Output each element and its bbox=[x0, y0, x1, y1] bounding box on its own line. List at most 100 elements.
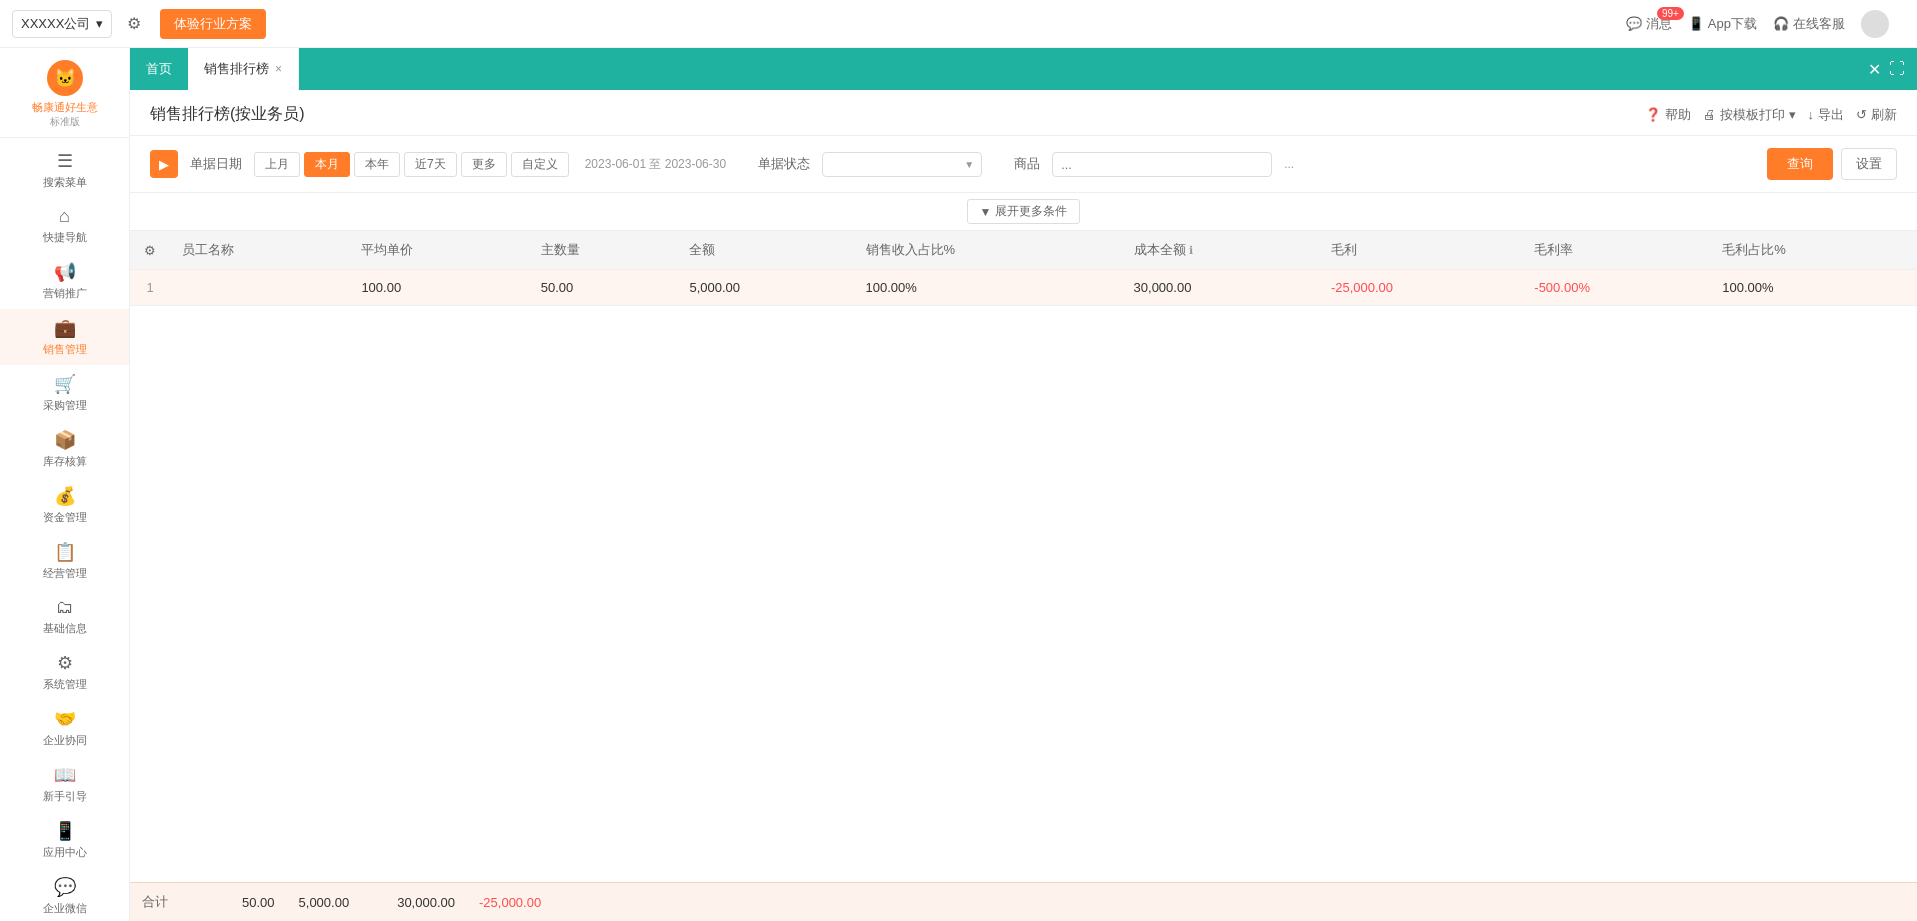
gear-icon[interactable]: ⚙ bbox=[120, 10, 148, 38]
maximize-icon[interactable]: ⛶ bbox=[1889, 60, 1905, 78]
col-qty: 主数量 bbox=[529, 231, 678, 270]
footer-sales-pct bbox=[361, 895, 385, 910]
sidebar-item-快捷导航[interactable]: ⌂ 快捷导航 bbox=[0, 198, 129, 253]
print-icon: 🖨 bbox=[1703, 107, 1716, 122]
avatar[interactable] bbox=[1861, 10, 1889, 38]
col-margin: 毛利率 bbox=[1522, 231, 1710, 270]
row-avg-price: 100.00 bbox=[349, 270, 528, 306]
nav-icon: ☰ bbox=[57, 150, 73, 172]
date-label: 单据日期 bbox=[190, 155, 242, 173]
row-sales-pct: 100.00% bbox=[854, 270, 1122, 306]
page-header: 销售排行榜(按业务员) ❓ 帮助 🖨 按模板打印 ▾ ↓ bbox=[130, 90, 1917, 136]
sidebar-item-营销推广[interactable]: 📢 营销推广 bbox=[0, 253, 129, 309]
col-profit-pct: 毛利占比% bbox=[1710, 231, 1917, 270]
tab-home[interactable]: 首页 bbox=[130, 48, 188, 90]
row-cost: 30,000.00 bbox=[1122, 270, 1319, 306]
company-name: XXXXX公司 bbox=[21, 15, 90, 33]
date-prev-month[interactable]: 上月 bbox=[254, 152, 300, 177]
sidebar-item-新手引导[interactable]: 📖 新手引导 bbox=[0, 756, 129, 812]
date-7days[interactable]: 近7天 bbox=[404, 152, 457, 177]
sidebar-nav: ☰ 搜索菜单 ⌂ 快捷导航 📢 营销推广 💼 销售管理 🛒 采购管理 📦 库存核… bbox=[0, 138, 129, 921]
nav-icon: 📢 bbox=[54, 261, 76, 283]
headset-icon: 🎧 bbox=[1773, 16, 1789, 31]
app-download-button[interactable]: 📱 App下载 bbox=[1688, 15, 1757, 33]
nav-icon: 📱 bbox=[54, 820, 76, 842]
table-footer: 合计 50.00 5,000.00 30,000.00 -25,000.00 bbox=[130, 882, 1917, 921]
help-button[interactable]: ❓ 帮助 bbox=[1645, 106, 1691, 124]
status-select[interactable] bbox=[822, 152, 982, 177]
sales-table: ⚙ 员工名称 平均单价 主数量 全额 销售收入占比% 成本全额 ℹ 毛利 毛利率… bbox=[130, 231, 1917, 306]
company-selector[interactable]: XXXXX公司 ▾ bbox=[12, 10, 112, 38]
settings-button[interactable]: 设置 bbox=[1841, 148, 1897, 180]
sidebar-item-企业微信[interactable]: 💬 企业微信 bbox=[0, 868, 129, 921]
content-area: 首页 销售排行榜 × ✕ ⛶ 销售排行榜(按业务员) ❓ bbox=[130, 48, 1917, 921]
print-button[interactable]: 🖨 按模板打印 ▾ bbox=[1703, 106, 1796, 124]
col-avg-price: 平均单价 bbox=[349, 231, 528, 270]
top-right-actions: 💬 消息 99+ 📱 App下载 🎧 在线客服 bbox=[1626, 10, 1905, 38]
sidebar-item-系统管理[interactable]: ⚙ 系统管理 bbox=[0, 644, 129, 700]
footer-avg-price bbox=[206, 895, 230, 910]
footer-profit: -25,000.00 bbox=[467, 895, 553, 910]
filter-expand-icon[interactable]: ▶ bbox=[150, 150, 178, 178]
tab-close-icon[interactable]: × bbox=[275, 62, 282, 76]
sidebar-item-经营管理[interactable]: 📋 经营管理 bbox=[0, 533, 129, 589]
row-amount: 5,000.00 bbox=[677, 270, 853, 306]
close-window-icon[interactable]: ✕ bbox=[1868, 60, 1881, 79]
message-button[interactable]: 💬 消息 99+ bbox=[1626, 15, 1672, 33]
footer-cost: 30,000.00 bbox=[385, 895, 467, 910]
date-buttons: 上月 本月 本年 近7天 更多 自定义 bbox=[254, 152, 569, 177]
col-amount: 全额 bbox=[677, 231, 853, 270]
tab-sales-ranking[interactable]: 销售排行榜 × bbox=[188, 48, 299, 90]
date-this-month[interactable]: 本月 bbox=[304, 152, 350, 177]
print-dropdown-icon: ▾ bbox=[1789, 107, 1796, 122]
sidebar-item-基础信息[interactable]: 🗂 基础信息 bbox=[0, 589, 129, 644]
sidebar-item-资金管理[interactable]: 💰 资金管理 bbox=[0, 477, 129, 533]
nav-icon: 💰 bbox=[54, 485, 76, 507]
export-button[interactable]: ↓ 导出 bbox=[1808, 106, 1845, 124]
sidebar-item-销售管理[interactable]: 💼 销售管理 bbox=[0, 309, 129, 365]
sidebar-logo: 🐱 畅康通好生意 标准版 bbox=[0, 48, 129, 138]
goods-input[interactable] bbox=[1052, 152, 1272, 177]
sidebar-item-应用中心[interactable]: 📱 应用中心 bbox=[0, 812, 129, 868]
col-settings[interactable]: ⚙ bbox=[130, 231, 170, 270]
logo-sub: 标准版 bbox=[50, 115, 80, 129]
col-profit: 毛利 bbox=[1319, 231, 1522, 270]
top-bar: XXXXX公司 ▾ ⚙ 体验行业方案 💬 消息 99+ 📱 App下载 🎧 在线… bbox=[0, 0, 1917, 48]
logo-icon: 🐱 bbox=[47, 60, 83, 96]
date-this-year[interactable]: 本年 bbox=[354, 152, 400, 177]
footer-cells: 50.00 5,000.00 30,000.00 -25,000.00 bbox=[182, 895, 1905, 910]
date-custom[interactable]: 自定义 bbox=[511, 152, 569, 177]
industry-button[interactable]: 体验行业方案 bbox=[160, 9, 266, 39]
sidebar-item-库存核算[interactable]: 📦 库存核算 bbox=[0, 421, 129, 477]
sidebar-item-企业协同[interactable]: 🤝 企业协同 bbox=[0, 700, 129, 756]
row-margin: -500.00% bbox=[1522, 270, 1710, 306]
col-sales-pct: 销售收入占比% bbox=[854, 231, 1122, 270]
footer-qty: 50.00 bbox=[230, 895, 287, 910]
table-row: 1 100.00 50.00 5,000.00 100.00% 30,000.0… bbox=[130, 270, 1917, 306]
sidebar-item-搜索菜单[interactable]: ☰ 搜索菜单 bbox=[0, 142, 129, 198]
more-options-btn[interactable]: ... bbox=[1284, 157, 1294, 171]
online-service-button[interactable]: 🎧 在线客服 bbox=[1773, 15, 1845, 33]
row-profit-pct: 100.00% bbox=[1710, 270, 1917, 306]
date-more[interactable]: 更多 bbox=[461, 152, 507, 177]
sidebar: 🐱 畅康通好生意 标准版 ☰ 搜索菜单 ⌂ 快捷导航 📢 营销推广 💼 销售管理… bbox=[0, 48, 130, 921]
tab-bar-right: ✕ ⛶ bbox=[1868, 60, 1917, 79]
nav-icon: 💼 bbox=[54, 317, 76, 339]
sidebar-item-采购管理[interactable]: 🛒 采购管理 bbox=[0, 365, 129, 421]
page-content: 销售排行榜(按业务员) ❓ 帮助 🖨 按模板打印 ▾ ↓ bbox=[130, 90, 1917, 921]
filter-row: ▶ 单据日期 上月 本月 本年 近7天 更多 自定义 2023-06-01 至 … bbox=[150, 148, 1897, 180]
main-area: 🐱 畅康通好生意 标准版 ☰ 搜索菜单 ⌂ 快捷导航 📢 营销推广 💼 销售管理… bbox=[0, 48, 1917, 921]
footer-amount: 5,000.00 bbox=[287, 895, 362, 910]
refresh-button[interactable]: ↺ 刷新 bbox=[1856, 106, 1897, 124]
nav-icon: 📋 bbox=[54, 541, 76, 563]
expand-conditions-button[interactable]: ▼ 展开更多条件 bbox=[967, 199, 1081, 224]
phone-icon: 📱 bbox=[1688, 16, 1704, 31]
message-badge: 99+ bbox=[1657, 7, 1684, 20]
export-icon: ↓ bbox=[1808, 107, 1815, 122]
status-select-wrapper bbox=[822, 152, 982, 177]
nav-icon: 📖 bbox=[54, 764, 76, 786]
row-qty: 50.00 bbox=[529, 270, 678, 306]
nav-icon: 🗂 bbox=[56, 597, 74, 618]
row-name bbox=[170, 270, 349, 306]
query-button[interactable]: 查询 bbox=[1767, 148, 1833, 180]
